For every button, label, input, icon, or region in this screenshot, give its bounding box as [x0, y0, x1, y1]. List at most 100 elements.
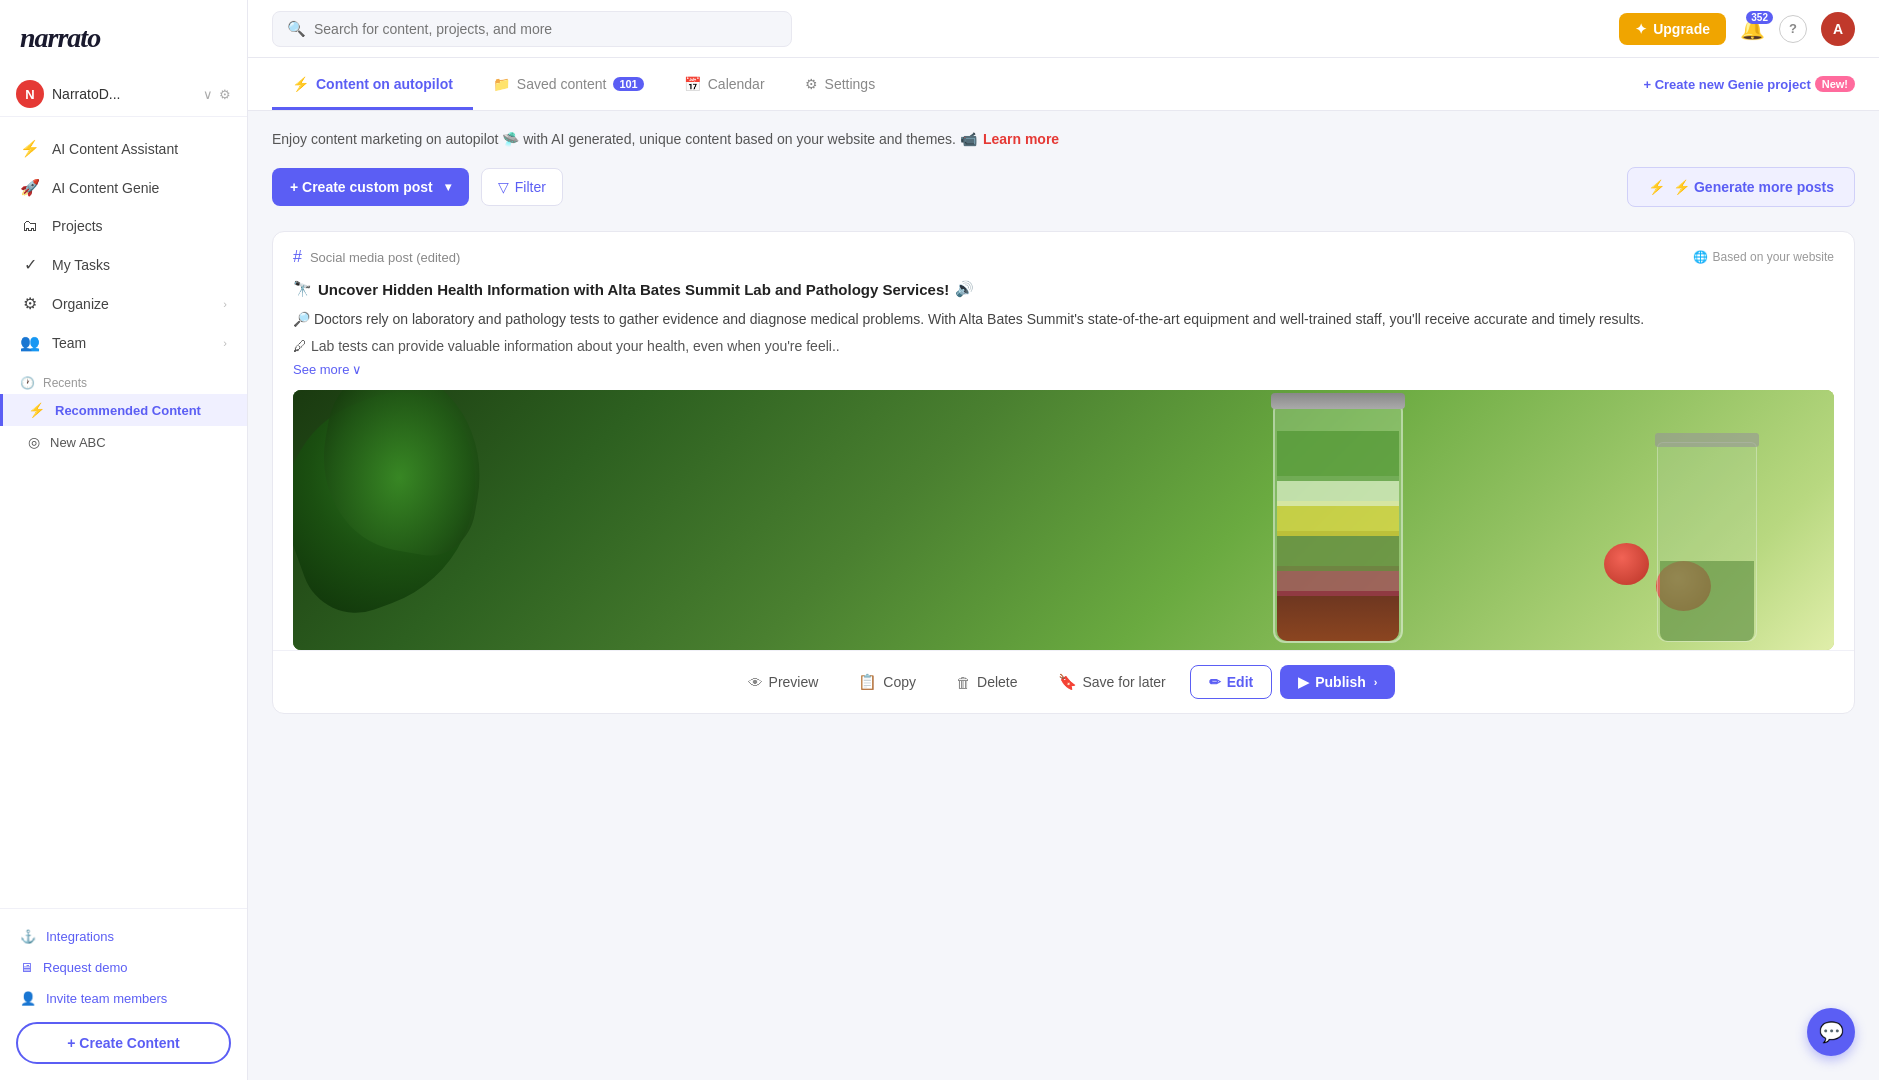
search-bar[interactable]: 🔍: [272, 11, 792, 47]
sidebar-item-label: My Tasks: [52, 257, 227, 273]
pencil-icon: 🖊: [293, 338, 307, 354]
clock-icon: 🕐: [20, 376, 35, 390]
copy-button[interactable]: 📋 Copy: [842, 665, 932, 699]
post-type-label: Social media post (edited): [310, 250, 460, 265]
question-icon: ?: [1789, 21, 1797, 36]
tab-label: Calendar: [708, 76, 765, 92]
add-user-icon: 👤: [20, 991, 36, 1006]
topbar-right: ✦ Upgrade 🔔 352 ? A: [1619, 12, 1855, 46]
save-for-later-button[interactable]: 🔖 Save for later: [1042, 665, 1182, 699]
telescope-icon: 🔭: [293, 280, 312, 298]
organize-icon: ⚙: [20, 294, 40, 313]
sidebar-item-label: Team: [52, 335, 211, 351]
calendar-icon: 📅: [684, 76, 701, 92]
autopilot-description: Enjoy content marketing on autopilot 🛸 w…: [272, 131, 1855, 147]
sidebar: narrato N NarratoD... ∨ ⚙ ⚡ AI Content A…: [0, 0, 248, 1080]
generate-more-posts-button[interactable]: ⚡ ⚡ Generate more posts: [1627, 167, 1855, 207]
chevron-down-icon[interactable]: ∨: [203, 87, 213, 102]
lightning-icon: ⚡: [20, 139, 40, 158]
help-button[interactable]: ?: [1779, 15, 1807, 43]
gear-icon[interactable]: ⚙: [219, 87, 231, 102]
learn-more-link[interactable]: Learn more: [983, 131, 1059, 147]
create-genie-label: + Create new Genie project: [1643, 77, 1810, 92]
headline-text: Uncover Hidden Health Information with A…: [318, 281, 949, 298]
copy-icon: 📋: [858, 673, 877, 691]
publish-button[interactable]: ▶ Publish ›: [1280, 665, 1395, 699]
sidebar-item-integrations[interactable]: ⚓ Integrations: [16, 921, 231, 952]
sidebar-item-recommended-content[interactable]: ⚡ Recommended Content: [0, 394, 247, 426]
sidebar-item-ai-content-genie[interactable]: 🚀 AI Content Genie: [0, 168, 247, 207]
filter-button[interactable]: ▽ Filter: [481, 168, 563, 206]
tab-saved[interactable]: 📁 Saved content 101: [473, 58, 664, 110]
hashtag-icon: #: [293, 248, 302, 266]
chevron-right-icon: ›: [223, 337, 227, 349]
create-custom-post-button[interactable]: + Create custom post ▾: [272, 168, 469, 206]
sidebar-user-name: NarratoD...: [52, 86, 195, 102]
post-card: # Social media post (edited) 🌐 Based on …: [272, 231, 1855, 714]
anchor-icon: ⚓: [20, 929, 36, 944]
magnify-icon: 🔎: [293, 311, 310, 327]
sidebar-item-invite-team[interactable]: 👤 Invite team members: [16, 983, 231, 1014]
post-source: 🌐 Based on your website: [1693, 250, 1834, 264]
request-demo-label: Request demo: [43, 960, 128, 975]
sound-icon: 🔊: [955, 280, 974, 298]
sidebar-item-label: Organize: [52, 296, 211, 312]
sidebar-item-ai-content-assistant[interactable]: ⚡ AI Content Assistant: [0, 129, 247, 168]
para1-text: Doctors rely on laboratory and pathology…: [314, 311, 1644, 327]
chevron-down-icon: ∨: [352, 362, 362, 377]
tab-label: Saved content: [517, 76, 607, 92]
create-genie-button[interactable]: + Create new Genie project New!: [1643, 76, 1855, 92]
desc-text: Enjoy content marketing on autopilot 🛸 w…: [272, 131, 977, 147]
upgrade-button[interactable]: ✦ Upgrade: [1619, 13, 1726, 45]
notifications-button[interactable]: 🔔 352: [1740, 17, 1765, 41]
sidebar-item-label: AI Content Assistant: [52, 141, 227, 157]
post-image: [293, 390, 1834, 650]
new-badge: New!: [1815, 76, 1855, 92]
sidebar-item-label: Projects: [52, 218, 227, 234]
sidebar-item-team[interactable]: 👥 Team ›: [0, 323, 247, 362]
create-content-button[interactable]: + Create Content: [16, 1022, 231, 1064]
tab-settings[interactable]: ⚙ Settings: [785, 58, 896, 110]
copy-label: Copy: [883, 674, 916, 690]
tab-label: Content on autopilot: [316, 76, 453, 92]
sidebar-item-organize[interactable]: ⚙ Organize ›: [0, 284, 247, 323]
sidebar-item-my-tasks[interactable]: ✓ My Tasks: [0, 245, 247, 284]
recent-item-label: Recommended Content: [55, 403, 201, 418]
integrations-label: Integrations: [46, 929, 114, 944]
monitor-icon: 🖥: [20, 960, 33, 975]
trash-icon: 🗑: [956, 674, 971, 691]
chat-bubble[interactable]: 💬: [1807, 1008, 1855, 1056]
circle-icon: ◎: [28, 434, 40, 450]
preview-button[interactable]: 👁 Preview: [732, 666, 835, 699]
tab-autopilot[interactable]: ⚡ Content on autopilot: [272, 58, 473, 110]
checkmark-icon: ✓: [20, 255, 40, 274]
sidebar-item-projects[interactable]: 🗂 Projects: [0, 207, 247, 245]
post-card-header: # Social media post (edited) 🌐 Based on …: [273, 232, 1854, 276]
sidebar-user[interactable]: N NarratoD... ∨ ⚙: [0, 72, 247, 117]
para2-text: Lab tests can provide valuable informati…: [311, 338, 840, 354]
sidebar-item-request-demo[interactable]: 🖥 Request demo: [16, 952, 231, 983]
gear-icon: ⚙: [805, 76, 818, 92]
chevron-right-icon: ›: [223, 298, 227, 310]
notification-count: 352: [1746, 11, 1773, 24]
see-more[interactable]: See more ∨: [293, 360, 1834, 378]
search-input[interactable]: [314, 21, 777, 37]
recent-item-label: New ABC: [50, 435, 106, 450]
projects-icon: 🗂: [20, 217, 40, 235]
user-avatar[interactable]: A: [1821, 12, 1855, 46]
post-paragraph-2: 🖊 Lab tests can provide valuable informa…: [293, 338, 1834, 354]
see-more-button[interactable]: See more ∨: [293, 362, 362, 377]
sidebar-user-controls: ∨ ⚙: [203, 87, 231, 102]
filter-icon: ▽: [498, 179, 509, 195]
edit-button[interactable]: ✏ Edit: [1190, 665, 1272, 699]
tab-calendar[interactable]: 📅 Calendar: [664, 58, 785, 110]
tabs-right-actions: + Create new Genie project New!: [1643, 76, 1855, 92]
edit-icon: ✏: [1209, 674, 1221, 690]
team-icon: 👥: [20, 333, 40, 352]
rocket-icon: 🚀: [20, 178, 40, 197]
save-for-later-label: Save for later: [1083, 674, 1166, 690]
main-content: 🔍 ✦ Upgrade 🔔 352 ? A ⚡ Content: [248, 0, 1879, 1080]
sidebar-item-new-abc[interactable]: ◎ New ABC: [0, 426, 247, 458]
delete-button[interactable]: 🗑 Delete: [940, 666, 1033, 699]
lightning-icon: ⚡: [292, 76, 309, 92]
